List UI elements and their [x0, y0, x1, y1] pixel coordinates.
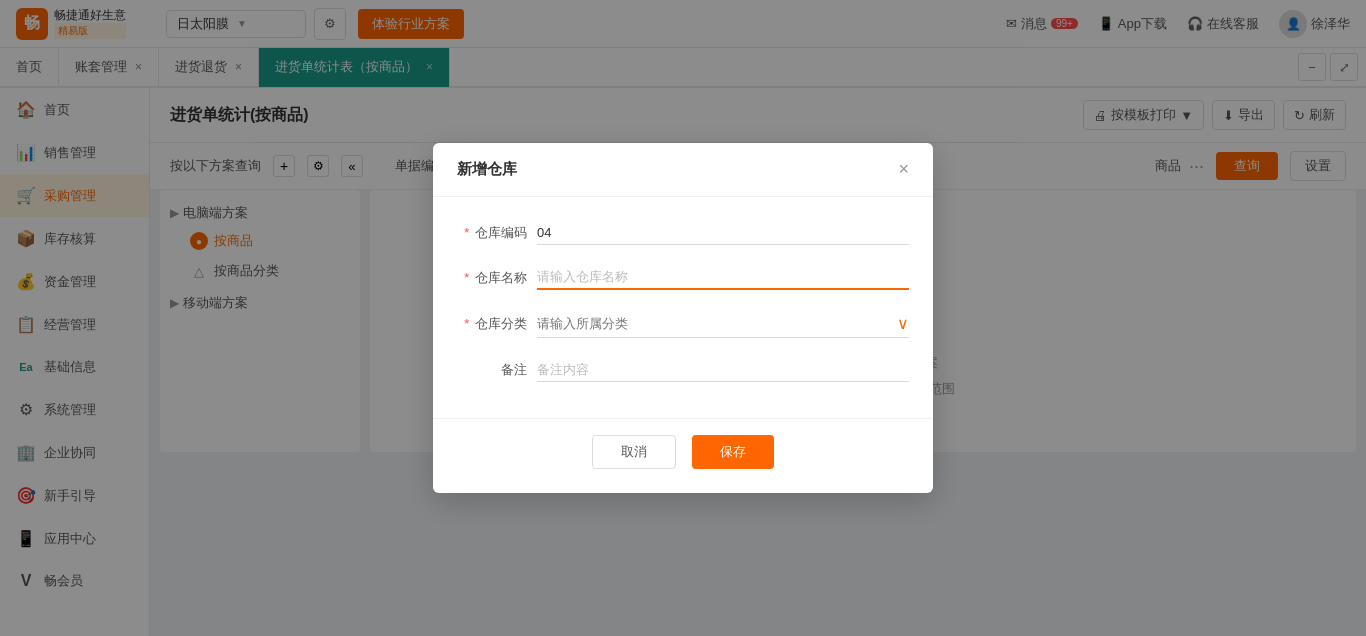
note-form-row: 备注 [457, 358, 909, 382]
category-select-wrap: ∨ [537, 310, 909, 338]
category-dropdown-arrow[interactable]: ∨ [897, 314, 909, 333]
code-label: * 仓库编码 [457, 224, 537, 242]
note-input[interactable] [537, 358, 909, 382]
dialog-body: * 仓库编码 * 仓库名称 * 仓库分类 [433, 197, 933, 418]
dialog-header: 新增仓库 × [433, 143, 933, 197]
dialog-title: 新增仓库 [457, 160, 517, 179]
note-label: 备注 [457, 361, 537, 379]
dialog-close-button[interactable]: × [898, 159, 909, 180]
code-required-mark: * [464, 225, 469, 240]
add-warehouse-dialog: 新增仓库 × * 仓库编码 * 仓库名称 [433, 143, 933, 493]
name-input[interactable] [537, 265, 909, 290]
save-button[interactable]: 保存 [692, 435, 774, 469]
name-form-row: * 仓库名称 [457, 265, 909, 290]
name-label: * 仓库名称 [457, 269, 537, 287]
name-required-mark: * [464, 270, 469, 285]
category-required-mark: * [464, 316, 469, 331]
cancel-button[interactable]: 取消 [592, 435, 676, 469]
category-label: * 仓库分类 [457, 315, 537, 333]
code-form-row: * 仓库编码 [457, 221, 909, 245]
category-input[interactable] [537, 316, 897, 331]
code-input[interactable] [537, 221, 909, 245]
category-form-row: * 仓库分类 ∨ [457, 310, 909, 338]
modal-overlay: 新增仓库 × * 仓库编码 * 仓库名称 [0, 0, 1366, 636]
dialog-footer: 取消 保存 [433, 418, 933, 493]
